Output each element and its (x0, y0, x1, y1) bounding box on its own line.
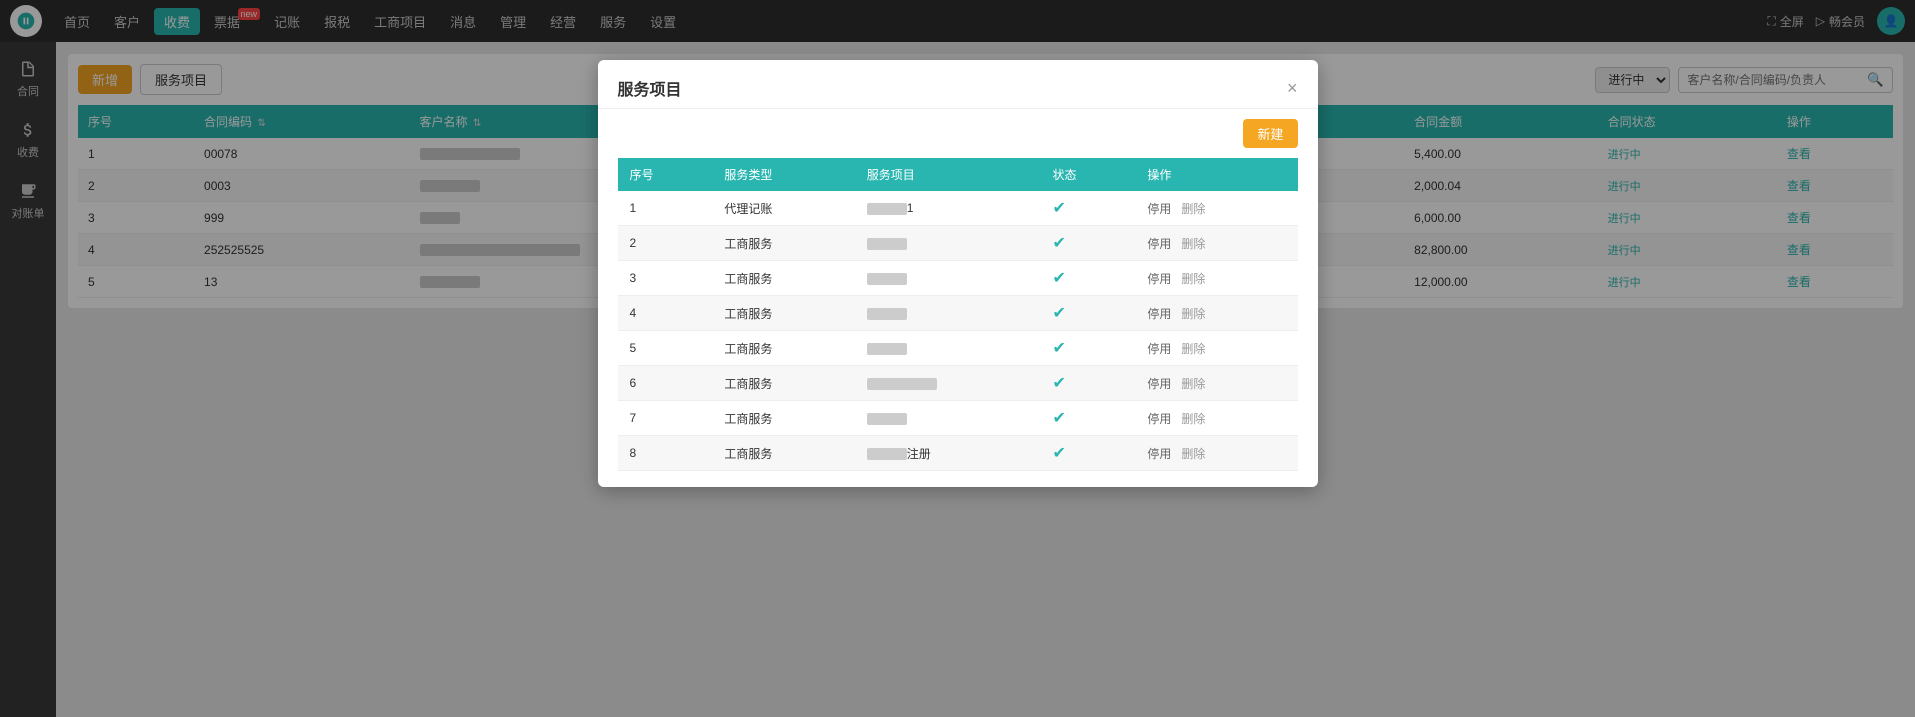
modal-cell-type: 工商服务 (712, 401, 854, 436)
modal-table-row: 5 工商服务 ✔ 停用 删除 (618, 331, 1298, 366)
modal-cell-action: 停用 删除 (1135, 191, 1297, 226)
status-check-icon: ✔ (1052, 200, 1065, 217)
modal-table-row: 2 工商服务 ✔ 停用 删除 (618, 226, 1298, 261)
layout: 合同 收费 对账单 新增 服务项目 进行中 全部 (0, 42, 1915, 717)
modal-table-wrap: 序号 服务类型 服务项目 状态 操作 1 代理记账 1 (598, 158, 1318, 487)
modal-close-button[interactable]: × (1287, 79, 1298, 97)
modal-cell-status: ✔ (1040, 436, 1135, 471)
delete-button-2[interactable]: 删除 (1181, 237, 1205, 251)
modal-cell-item (855, 226, 1041, 261)
delete-button-1[interactable]: 删除 (1181, 202, 1205, 216)
stop-button-8[interactable]: 停用 (1147, 447, 1171, 461)
modal-cell-status: ✔ (1040, 296, 1135, 331)
stop-button-5[interactable]: 停用 (1147, 342, 1171, 356)
modal-cell-type: 代理记账 (712, 191, 854, 226)
modal-new-button[interactable]: 新建 (1243, 119, 1297, 148)
stop-button-2[interactable]: 停用 (1147, 237, 1171, 251)
status-check-icon: ✔ (1052, 270, 1065, 287)
modal-col-seq: 序号 (618, 158, 713, 191)
delete-button-8[interactable]: 删除 (1181, 447, 1205, 461)
status-check-icon: ✔ (1052, 235, 1065, 252)
modal-cell-status: ✔ (1040, 226, 1135, 261)
stop-button-7[interactable]: 停用 (1147, 412, 1171, 426)
modal-cell-action: 停用 删除 (1135, 261, 1297, 296)
modal-cell-type: 工商服务 (712, 296, 854, 331)
modal-cell-action: 停用 删除 (1135, 226, 1297, 261)
modal-cell-item (855, 331, 1041, 366)
modal-cell-seq: 3 (618, 261, 713, 296)
modal-table-row: 7 工商服务 ✔ 停用 删除 (618, 401, 1298, 436)
modal-cell-item (855, 366, 1041, 401)
modal-table-row: 6 工商服务 ✔ 停用 删除 (618, 366, 1298, 401)
modal-cell-seq: 4 (618, 296, 713, 331)
stop-button-3[interactable]: 停用 (1147, 272, 1171, 286)
modal-cell-seq: 5 (618, 331, 713, 366)
modal-col-type: 服务类型 (712, 158, 854, 191)
modal-table: 序号 服务类型 服务项目 状态 操作 1 代理记账 1 (618, 158, 1298, 471)
modal-cell-action: 停用 删除 (1135, 401, 1297, 436)
modal-col-action: 操作 (1135, 158, 1297, 191)
delete-button-6[interactable]: 删除 (1181, 377, 1205, 391)
status-check-icon: ✔ (1052, 410, 1065, 427)
delete-button-4[interactable]: 删除 (1181, 307, 1205, 321)
modal-cell-seq: 6 (618, 366, 713, 401)
modal-cell-type: 工商服务 (712, 261, 854, 296)
modal-table-row: 3 工商服务 ✔ 停用 删除 (618, 261, 1298, 296)
modal-title: 服务项目 (618, 76, 682, 100)
modal-cell-status: ✔ (1040, 401, 1135, 436)
main-content: 新增 服务项目 进行中 全部 已完成 已终止 🔍 (56, 42, 1915, 717)
modal-cell-action: 停用 删除 (1135, 366, 1297, 401)
modal-cell-action: 停用 删除 (1135, 436, 1297, 471)
modal-cell-item: 注册 (855, 436, 1041, 471)
modal-cell-seq: 1 (618, 191, 713, 226)
delete-button-3[interactable]: 删除 (1181, 272, 1205, 286)
modal-cell-type: 工商服务 (712, 366, 854, 401)
modal-cell-seq: 2 (618, 226, 713, 261)
modal-cell-type: 工商服务 (712, 226, 854, 261)
modal-cell-action: 停用 删除 (1135, 331, 1297, 366)
modal-cell-status: ✔ (1040, 191, 1135, 226)
modal-cell-status: ✔ (1040, 331, 1135, 366)
modal-table-row: 1 代理记账 1 ✔ 停用 删除 (618, 191, 1298, 226)
modal-cell-status: ✔ (1040, 366, 1135, 401)
modal-cell-seq: 7 (618, 401, 713, 436)
modal-toolbar: 新建 (598, 109, 1318, 158)
modal-col-status: 状态 (1040, 158, 1135, 191)
modal-cell-action: 停用 删除 (1135, 296, 1297, 331)
modal-service-item: 服务项目 × 新建 序号 服务类型 服务项目 状态 (598, 60, 1318, 487)
stop-button-1[interactable]: 停用 (1147, 202, 1171, 216)
stop-button-6[interactable]: 停用 (1147, 377, 1171, 391)
delete-button-5[interactable]: 删除 (1181, 342, 1205, 356)
modal-cell-item: 1 (855, 191, 1041, 226)
modal-cell-item (855, 401, 1041, 436)
modal-overlay: 服务项目 × 新建 序号 服务类型 服务项目 状态 (56, 42, 1915, 717)
delete-button-7[interactable]: 删除 (1181, 412, 1205, 426)
modal-col-item: 服务项目 (855, 158, 1041, 191)
status-check-icon: ✔ (1052, 375, 1065, 392)
modal-table-row: 4 工商服务 ✔ 停用 删除 (618, 296, 1298, 331)
modal-table-row: 8 工商服务 注册 ✔ 停用 删除 (618, 436, 1298, 471)
modal-cell-item (855, 296, 1041, 331)
modal-header: 服务项目 × (598, 60, 1318, 109)
status-check-icon: ✔ (1052, 340, 1065, 357)
status-check-icon: ✔ (1052, 445, 1065, 462)
modal-cell-item (855, 261, 1041, 296)
modal-cell-seq: 8 (618, 436, 713, 471)
modal-cell-type: 工商服务 (712, 436, 854, 471)
stop-button-4[interactable]: 停用 (1147, 307, 1171, 321)
modal-cell-type: 工商服务 (712, 331, 854, 366)
status-check-icon: ✔ (1052, 305, 1065, 322)
modal-cell-status: ✔ (1040, 261, 1135, 296)
